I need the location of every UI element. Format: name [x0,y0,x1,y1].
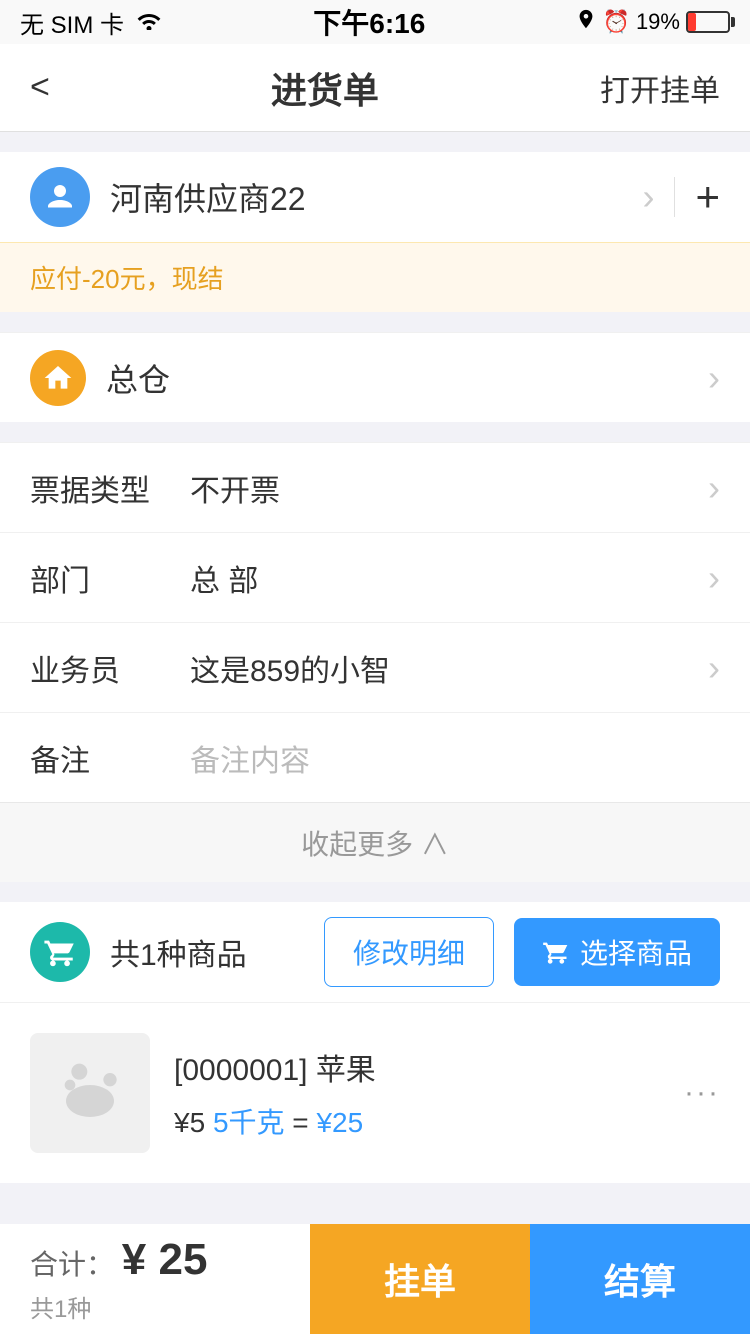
page-title: 进货单 [271,62,379,114]
status-left: 无 SIM 卡 [20,5,164,40]
invoice-row[interactable]: 票据类型 不开票 [0,442,750,532]
supplier-avatar [30,167,90,227]
department-chevron [708,557,720,599]
collapse-button[interactable]: 收起更多 ∧ [0,802,750,882]
salesman-chevron [708,647,720,689]
open-pending-button[interactable]: 打开挂单 [600,66,720,110]
select-product-button[interactable]: 选择商品 [514,918,720,986]
department-row[interactable]: 部门 总 部 [0,532,750,622]
salesman-value: 这是859的小智 [170,646,708,690]
product-header: 共1种商品 修改明细 选择商品 [0,902,750,1002]
wifi-icon [134,8,164,37]
select-product-label: 选择商品 [580,932,692,972]
pend-button[interactable]: 挂单 [310,1224,530,1334]
warehouse-row[interactable]: 总仓 [0,332,750,422]
product-count: 共1种商品 [110,930,304,974]
product-price: ¥5 5千克 = ¥25 [174,1101,660,1141]
unit-price: ¥5 [174,1107,205,1138]
product-icon [30,922,90,982]
total-label: 合计： [30,1249,114,1280]
modify-detail-button[interactable]: 修改明细 [324,917,494,987]
product-item: [0000001] 苹果 ¥5 5千克 = ¥25 ··· [0,1002,750,1183]
supplier-chevron [642,176,654,218]
warehouse-section: 总仓 [0,332,750,422]
product-name: [0000001] 苹果 [174,1045,660,1089]
supplier-name: 河南供应商22 [110,174,642,220]
warehouse-chevron [708,357,720,399]
carrier-text: 无 SIM 卡 [20,5,124,40]
quantity: 5千克 [213,1107,285,1138]
total-price: ¥25 [316,1107,363,1138]
remark-value: 备注内容 [170,736,720,780]
total-amount: ¥ 25 [122,1235,208,1284]
battery-text: 19% [636,9,680,35]
battery-icon [686,11,730,33]
warehouse-icon [30,350,86,406]
remark-label: 备注 [30,736,170,780]
equals-sign: = [292,1107,316,1138]
salesman-label: 业务员 [30,646,170,690]
form-section: 票据类型 不开票 部门 总 部 业务员 这是859的小智 备注 备注内容 [0,442,750,802]
supplier-row[interactable]: 河南供应商22 + [0,152,750,242]
invoice-value: 不开票 [170,466,708,510]
info-banner: 应付-20元，现结 [0,242,750,312]
status-time: 下午6:16 [313,2,425,42]
back-button[interactable]: < [30,68,50,107]
status-right: ⏰ 19% [575,8,730,36]
product-title: 苹果 [316,1054,376,1087]
supplier-section: 河南供应商22 + 应付-20元，现结 [0,152,750,312]
add-supplier-button[interactable]: + [695,173,720,221]
total-sub: 共1种 [30,1289,280,1324]
total-row: 合计： ¥ 25 [30,1235,280,1285]
alarm-icon: ⏰ [603,9,630,35]
product-more-button[interactable]: ··· [684,1076,720,1110]
department-label: 部门 [30,556,170,600]
department-value: 总 部 [170,556,708,600]
product-thumbnail [30,1033,150,1153]
bottom-bar: 合计： ¥ 25 共1种 挂单 结算 [0,1224,750,1334]
total-section: 合计： ¥ 25 共1种 [0,1235,310,1324]
location-icon [575,8,597,36]
supplier-divider [674,177,675,217]
warehouse-name: 总仓 [106,355,708,401]
remark-row[interactable]: 备注 备注内容 [0,712,750,802]
product-code: [0000001] [174,1054,307,1087]
invoice-label: 票据类型 [30,466,170,510]
product-info: [0000001] 苹果 ¥5 5千克 = ¥25 [174,1045,660,1141]
checkout-button[interactable]: 结算 [530,1224,750,1334]
status-bar: 无 SIM 卡 下午6:16 ⏰ 19% [0,0,750,44]
invoice-chevron [708,467,720,509]
nav-bar: < 进货单 打开挂单 [0,44,750,132]
salesman-row[interactable]: 业务员 这是859的小智 [0,622,750,712]
